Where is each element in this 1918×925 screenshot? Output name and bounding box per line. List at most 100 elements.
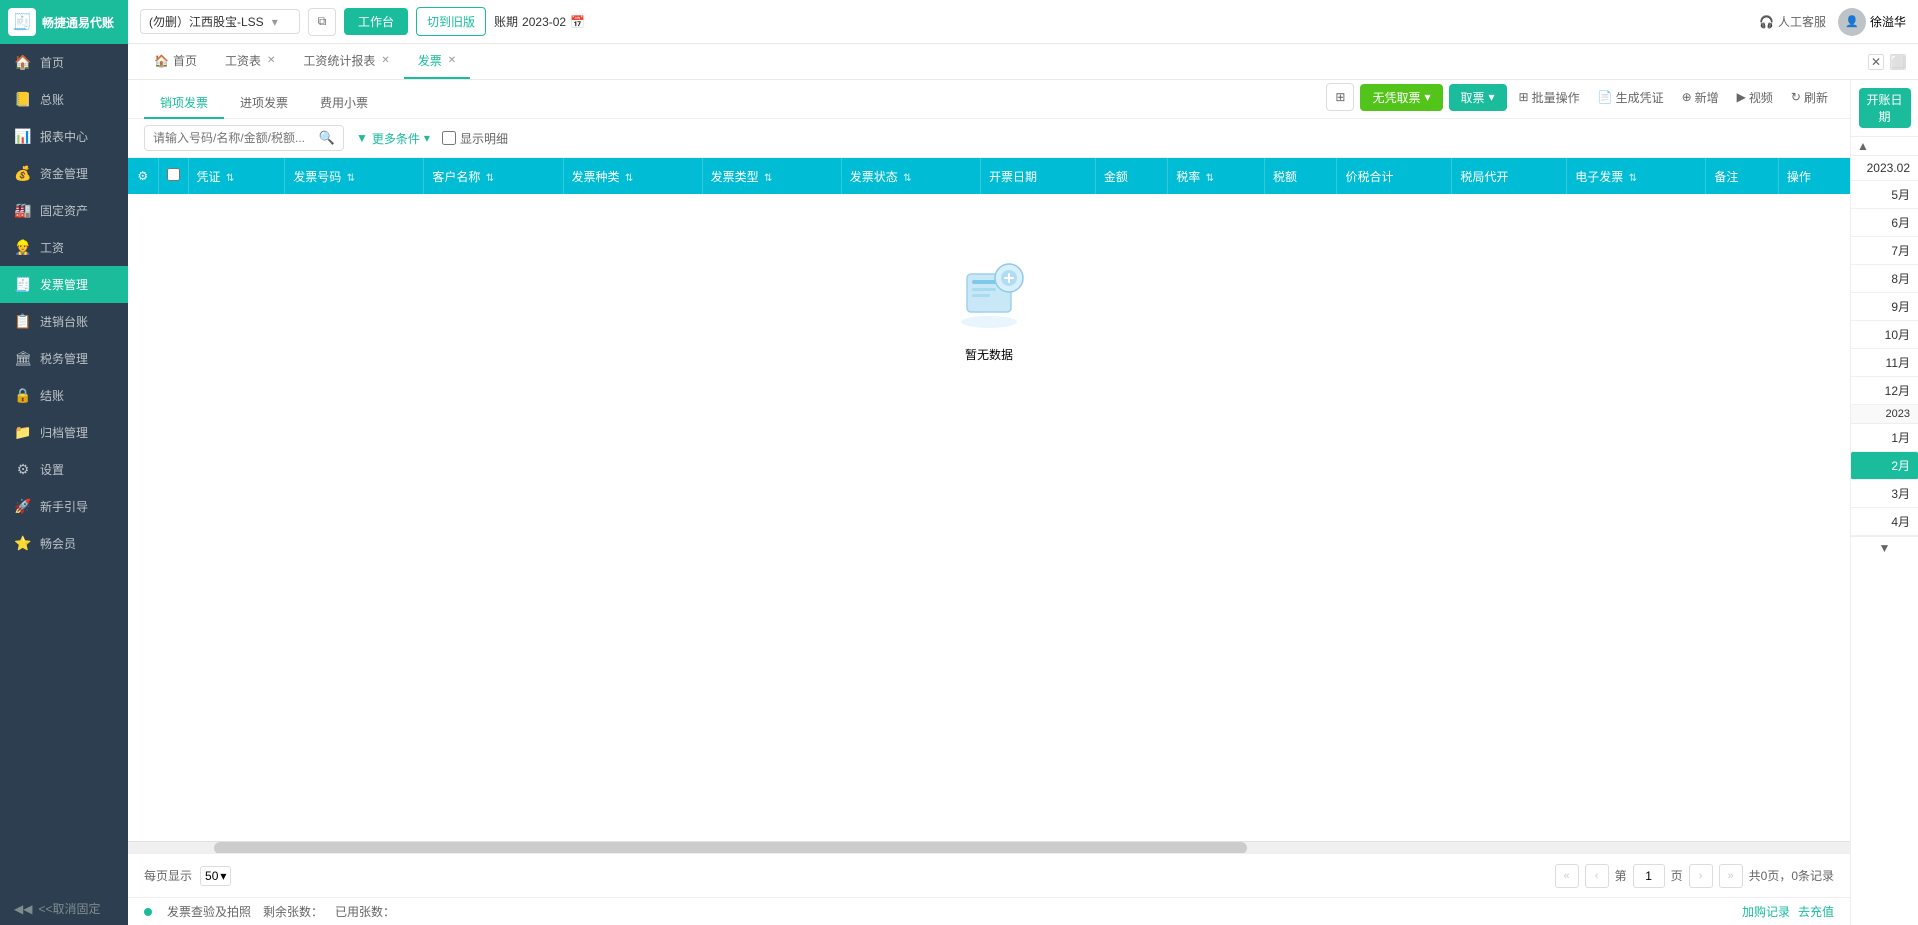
switch-version-button[interactable]: 切到旧版 <box>416 7 486 36</box>
search-box[interactable]: 🔍 <box>144 125 344 151</box>
refresh-label: 刷新 <box>1804 89 1828 106</box>
user-info[interactable]: 👤 徐溢华 <box>1838 8 1906 36</box>
window-close-button[interactable]: ✕ <box>1868 54 1884 70</box>
page-unit: 页 <box>1671 867 1683 884</box>
sort-icon[interactable]: ⇅ <box>347 173 355 184</box>
refresh-btn[interactable]: ↻ 刷新 <box>1785 84 1834 111</box>
service-button[interactable]: 🎧 人工客服 <box>1759 13 1826 30</box>
scroll-up-btn[interactable]: ▲ <box>1857 139 1869 153</box>
main-area: (勿删）江西股宝-LSS ▾ ⧉ 工作台 切到旧版 账期 2023-02 📅 🎧… <box>128 0 1918 925</box>
open-date-btn[interactable]: 开账日期 <box>1859 88 1911 128</box>
page-size-value: 50 <box>205 869 218 883</box>
tab-salary-stats[interactable]: 工资统计报表 ✕ <box>289 44 403 79</box>
generate-voucher-btn[interactable]: 📄 生成凭证 <box>1592 84 1670 111</box>
sub-tab-sales-invoice[interactable]: 销项发票 <box>144 88 224 119</box>
date-6-item[interactable]: 6月 <box>1851 209 1918 237</box>
grid-view-button[interactable]: ⊞ <box>1326 83 1354 111</box>
voucher-btn[interactable]: 取票 ▾ <box>1449 84 1507 111</box>
video-icon: ▶ <box>1737 90 1746 104</box>
tab-invoice[interactable]: 发票 ✕ <box>404 44 470 79</box>
date-2023-4-item[interactable]: 4月 <box>1851 508 1918 536</box>
sidebar-item-home[interactable]: 🏠 首页 <box>0 44 128 81</box>
date-10-item[interactable]: 10月 <box>1851 321 1918 349</box>
remaining-label: 剩余张数： <box>263 903 323 920</box>
guide-icon: 🚀 <box>14 498 32 515</box>
logo-text: 畅捷通易代账 <box>42 14 114 31</box>
next-page-btn[interactable]: › <box>1689 864 1713 888</box>
window-close-icon: ✕ <box>1871 55 1881 69</box>
last-page-btn[interactable]: » <box>1719 864 1743 888</box>
company-name: (勿删）江西股宝-LSS <box>149 13 264 30</box>
sort-icon[interactable]: ⇅ <box>226 173 234 184</box>
sidebar-item-member[interactable]: ⭐ 畅会员 <box>0 525 128 562</box>
sales-icon: 📋 <box>14 313 32 330</box>
sort-icon[interactable]: ⇅ <box>903 173 911 184</box>
sidebar-item-ledger[interactable]: 📒 总账 <box>0 81 128 118</box>
tab-close-invoice[interactable]: ✕ <box>448 55 456 66</box>
sidebar-item-reports[interactable]: 📊 报表中心 <box>0 118 128 155</box>
scrollbar-thumb[interactable] <box>214 842 1247 853</box>
date-7-item[interactable]: 7月 <box>1851 237 1918 265</box>
date-2023-02-item[interactable]: 2023.02 <box>1851 156 1918 181</box>
copy-button[interactable]: ⧉ <box>308 8 336 36</box>
date-11-item[interactable]: 11月 <box>1851 349 1918 377</box>
sidebar-item-funds[interactable]: 💰 资金管理 <box>0 155 128 192</box>
sort-icon[interactable]: ⇅ <box>1206 173 1214 184</box>
company-selector[interactable]: (勿删）江西股宝-LSS ▾ <box>140 9 300 34</box>
scroll-down-btn[interactable]: ▼ <box>1851 536 1918 559</box>
prev-page-btn[interactable]: ‹ <box>1585 864 1609 888</box>
sub-tab-expense-receipt[interactable]: 费用小票 <box>304 88 384 119</box>
date-2023-3-item[interactable]: 3月 <box>1851 480 1918 508</box>
search-input[interactable] <box>153 131 315 145</box>
tab-close-salary[interactable]: ✕ <box>267 55 275 66</box>
tab-salary-table[interactable]: 工资表 ✕ <box>211 44 289 79</box>
sidebar-item-assets[interactable]: 🏭 固定资产 <box>0 192 128 229</box>
content-area: 销项发票 进项发票 费用小票 ⊞ 无凭取票 ▾ <box>128 80 1918 925</box>
video-btn[interactable]: ▶ 视频 <box>1731 84 1779 111</box>
sidebar-item-label: 总账 <box>40 91 64 108</box>
show-detail-toggle[interactable]: 显示明细 <box>442 130 508 147</box>
show-detail-checkbox[interactable] <box>442 131 456 145</box>
sort-icon[interactable]: ⇅ <box>764 173 772 184</box>
date-12-item[interactable]: 12月 <box>1851 377 1918 405</box>
page-number-input[interactable] <box>1633 864 1665 888</box>
settings-icon: ⚙ <box>14 461 32 478</box>
batch-btn[interactable]: ⊞ 批量操作 <box>1513 84 1586 111</box>
date-2023-1-item[interactable]: 1月 <box>1851 424 1918 452</box>
date-9-item[interactable]: 9月 <box>1851 293 1918 321</box>
recharge-link[interactable]: 去充值 <box>1798 903 1834 920</box>
col-checkbox[interactable] <box>158 158 188 194</box>
sidebar-item-salary[interactable]: 👷 工资 <box>0 229 128 266</box>
no-voucher-btn[interactable]: 无凭取票 ▾ <box>1360 84 1442 111</box>
col-settings[interactable]: ⚙ <box>128 158 158 194</box>
sidebar-item-guide[interactable]: 🚀 新手引导 <box>0 488 128 525</box>
horizontal-scrollbar[interactable] <box>128 841 1850 853</box>
page-size-select[interactable]: 50 ▾ <box>200 866 231 886</box>
calendar-icon[interactable]: 📅 <box>570 15 585 29</box>
workbench-button[interactable]: 工作台 <box>344 8 408 35</box>
more-filter-button[interactable]: ▼ 更多条件 ▾ <box>356 130 430 147</box>
tab-home[interactable]: 🏠 首页 <box>140 44 211 79</box>
sidebar-item-invoice[interactable]: 🧾 发票管理 <box>0 266 128 303</box>
date-2023-2-item[interactable]: 2月 <box>1851 452 1918 480</box>
sidebar-item-sales[interactable]: 📋 进销台账 <box>0 303 128 340</box>
date-5-item[interactable]: 5月 <box>1851 181 1918 209</box>
video-label: 视频 <box>1749 89 1773 106</box>
date-8-item[interactable]: 8月 <box>1851 265 1918 293</box>
new-btn[interactable]: ⊕ 新增 <box>1676 84 1725 111</box>
select-all-checkbox[interactable] <box>167 168 180 181</box>
window-maximize-button[interactable]: ⬜ <box>1890 54 1906 70</box>
sidebar-item-tax[interactable]: 🏛 税务管理 <box>0 340 128 377</box>
sidebar-item-closing[interactable]: 🔒 结账 <box>0 377 128 414</box>
purchase-record-link[interactable]: 加购记录 <box>1742 903 1790 920</box>
sidebar-collapse-btn[interactable]: ◀◀ <<取消固定 <box>0 892 128 925</box>
sidebar-item-archive[interactable]: 📁 归档管理 <box>0 414 128 451</box>
show-detail-label: 显示明细 <box>460 130 508 147</box>
first-page-btn[interactable]: « <box>1555 864 1579 888</box>
sort-icon[interactable]: ⇅ <box>486 173 494 184</box>
sort-icon[interactable]: ⇅ <box>625 173 633 184</box>
sort-icon[interactable]: ⇅ <box>1629 173 1637 184</box>
sidebar-item-settings[interactable]: ⚙ 设置 <box>0 451 128 488</box>
sub-tab-purchase-invoice[interactable]: 进项发票 <box>224 88 304 119</box>
tab-close-salary-stats[interactable]: ✕ <box>381 55 389 66</box>
